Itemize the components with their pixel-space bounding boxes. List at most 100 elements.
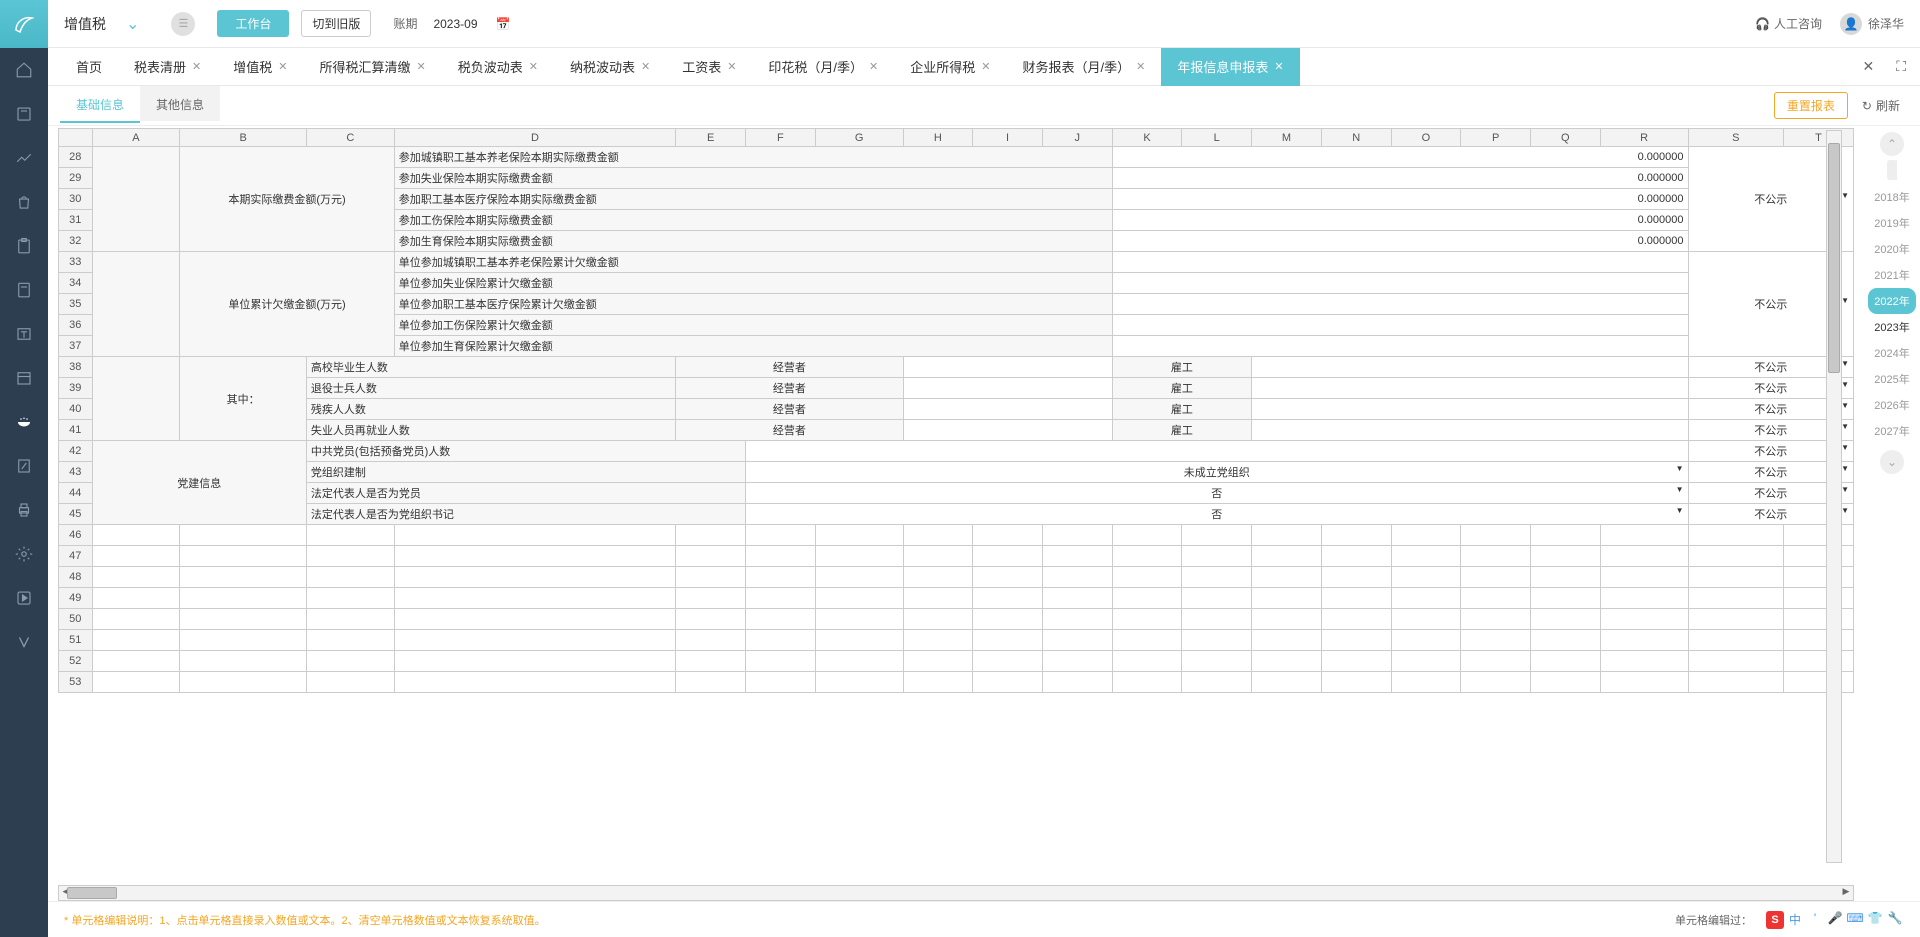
empty-cell[interactable] bbox=[1182, 609, 1252, 630]
empty-cell[interactable] bbox=[394, 672, 676, 693]
empty-cell[interactable] bbox=[1112, 567, 1182, 588]
row-header-47[interactable]: 47 bbox=[59, 546, 93, 567]
tab-9[interactable]: 财务报表（月/季）✕ bbox=[1007, 48, 1162, 86]
empty-cell[interactable] bbox=[1321, 525, 1391, 546]
row-header-35[interactable]: 35 bbox=[59, 294, 93, 315]
empty-cell[interactable] bbox=[1182, 525, 1252, 546]
empty-cell[interactable] bbox=[815, 609, 903, 630]
empty-cell[interactable] bbox=[973, 630, 1043, 651]
year-up-icon[interactable]: ⌃ bbox=[1880, 132, 1904, 156]
empty-cell[interactable] bbox=[1112, 546, 1182, 567]
row-header-44[interactable]: 44 bbox=[59, 483, 93, 504]
nav-chart-icon[interactable] bbox=[12, 146, 36, 170]
doc-icon[interactable]: ☰ bbox=[171, 12, 195, 36]
tabs-close-all-icon[interactable]: ✕ bbox=[1856, 54, 1880, 79]
subtab-basic[interactable]: 基础信息 bbox=[60, 86, 140, 123]
tab-close-icon[interactable]: ✕ bbox=[981, 60, 990, 73]
row-header-32[interactable]: 32 bbox=[59, 231, 93, 252]
empty-cell[interactable] bbox=[1784, 630, 1854, 651]
empty-cell[interactable] bbox=[815, 588, 903, 609]
col-header-I[interactable]: I bbox=[973, 129, 1043, 147]
empty-cell[interactable] bbox=[394, 609, 676, 630]
empty-cell[interactable] bbox=[1391, 672, 1461, 693]
empty-cell[interactable] bbox=[1461, 567, 1531, 588]
empty-cell[interactable] bbox=[676, 630, 746, 651]
row-header-29[interactable]: 29 bbox=[59, 168, 93, 189]
tab-5[interactable]: 纳税波动表✕ bbox=[554, 48, 666, 86]
ime-skin-icon[interactable]: 👕 bbox=[1866, 911, 1884, 929]
empty-cell[interactable] bbox=[394, 630, 676, 651]
empty-cell[interactable] bbox=[1321, 672, 1391, 693]
empty-cell[interactable] bbox=[1252, 525, 1322, 546]
year-2022年[interactable]: 2022年 bbox=[1868, 288, 1915, 314]
empty-cell[interactable] bbox=[745, 546, 815, 567]
app-logo[interactable] bbox=[0, 0, 48, 48]
empty-cell[interactable] bbox=[1182, 672, 1252, 693]
empty-cell[interactable] bbox=[676, 567, 746, 588]
row-header-40[interactable]: 40 bbox=[59, 399, 93, 420]
empty-cell[interactable] bbox=[1042, 672, 1112, 693]
empty-cell[interactable] bbox=[676, 588, 746, 609]
empty-cell[interactable] bbox=[92, 630, 180, 651]
empty-cell[interactable] bbox=[1391, 651, 1461, 672]
empty-cell[interactable] bbox=[1252, 546, 1322, 567]
empty-cell[interactable] bbox=[676, 651, 746, 672]
empty-cell[interactable] bbox=[1042, 651, 1112, 672]
value-cell[interactable] bbox=[903, 378, 1112, 399]
tab-6[interactable]: 工资表✕ bbox=[666, 48, 752, 86]
col-header-H[interactable]: H bbox=[903, 129, 973, 147]
tab-close-icon[interactable]: ✕ bbox=[278, 60, 287, 73]
empty-cell[interactable] bbox=[180, 630, 307, 651]
empty-cell[interactable] bbox=[1321, 609, 1391, 630]
empty-cell[interactable] bbox=[973, 525, 1043, 546]
col-header-L[interactable]: L bbox=[1182, 129, 1252, 147]
empty-cell[interactable] bbox=[973, 567, 1043, 588]
empty-cell[interactable] bbox=[1530, 630, 1600, 651]
empty-cell[interactable] bbox=[676, 546, 746, 567]
empty-cell[interactable] bbox=[1600, 630, 1688, 651]
user-menu[interactable]: 👤 徐泽华 bbox=[1840, 13, 1904, 35]
value-cell[interactable]: 0.000000 bbox=[1112, 147, 1688, 168]
empty-cell[interactable] bbox=[1112, 609, 1182, 630]
empty-cell[interactable] bbox=[306, 651, 394, 672]
empty-cell[interactable] bbox=[1688, 546, 1784, 567]
empty-cell[interactable] bbox=[1042, 525, 1112, 546]
empty-cell[interactable] bbox=[1321, 588, 1391, 609]
row-header-41[interactable]: 41 bbox=[59, 420, 93, 441]
year-2018年[interactable]: 2018年 bbox=[1868, 184, 1915, 210]
empty-cell[interactable] bbox=[1600, 609, 1688, 630]
empty-cell[interactable] bbox=[180, 651, 307, 672]
rail-handle-icon[interactable] bbox=[1887, 160, 1897, 180]
empty-cell[interactable] bbox=[903, 567, 973, 588]
empty-cell[interactable] bbox=[1688, 651, 1784, 672]
tab-close-icon[interactable]: ✕ bbox=[1136, 60, 1145, 73]
empty-cell[interactable] bbox=[1182, 588, 1252, 609]
col-header-O[interactable]: O bbox=[1391, 129, 1461, 147]
empty-cell[interactable] bbox=[1252, 630, 1322, 651]
empty-cell[interactable] bbox=[92, 567, 180, 588]
nav-bowl-icon[interactable] bbox=[12, 410, 36, 434]
empty-cell[interactable] bbox=[1461, 609, 1531, 630]
value-cell[interactable] bbox=[1112, 252, 1688, 273]
tab-2[interactable]: 增值税✕ bbox=[217, 48, 303, 86]
empty-cell[interactable] bbox=[903, 651, 973, 672]
empty-cell[interactable] bbox=[1391, 567, 1461, 588]
empty-cell[interactable] bbox=[1321, 546, 1391, 567]
calendar-icon[interactable]: 📅 bbox=[496, 17, 511, 31]
empty-cell[interactable] bbox=[973, 588, 1043, 609]
ime-tool-icon[interactable]: 🔧 bbox=[1886, 911, 1904, 929]
empty-cell[interactable] bbox=[973, 651, 1043, 672]
value-cell[interactable] bbox=[1252, 378, 1688, 399]
empty-cell[interactable] bbox=[180, 609, 307, 630]
empty-cell[interactable] bbox=[815, 672, 903, 693]
wide-dd[interactable]: 未成立党组织 bbox=[745, 462, 1688, 483]
ime-mic-icon[interactable]: 🎤 bbox=[1826, 911, 1844, 929]
module-chevron-icon[interactable]: ⌄ bbox=[126, 14, 139, 34]
empty-cell[interactable] bbox=[306, 546, 394, 567]
value-cell[interactable] bbox=[1252, 399, 1688, 420]
empty-cell[interactable] bbox=[394, 546, 676, 567]
empty-cell[interactable] bbox=[1321, 567, 1391, 588]
vscroll-thumb[interactable] bbox=[1828, 143, 1840, 373]
empty-cell[interactable] bbox=[1688, 630, 1784, 651]
value-cell[interactable] bbox=[1252, 357, 1688, 378]
